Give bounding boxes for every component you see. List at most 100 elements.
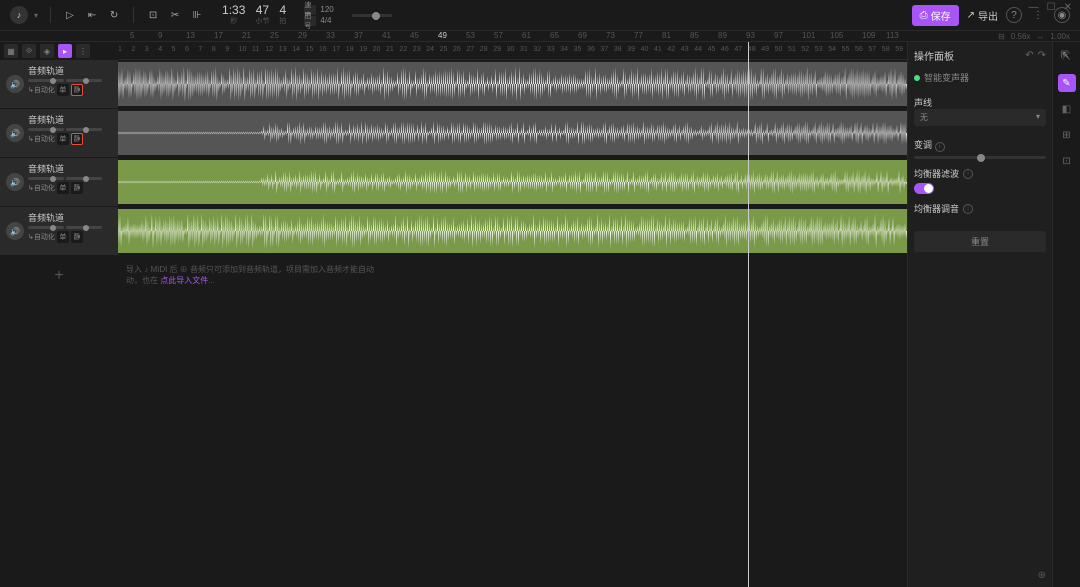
audio-clip[interactable]	[118, 160, 907, 204]
mute-button[interactable]: 静	[71, 182, 83, 194]
panel-add-icon[interactable]: ⊕	[914, 570, 1046, 581]
overview-marker[interactable]: 93	[746, 31, 755, 40]
skip-start-button[interactable]: ⇤	[85, 8, 99, 22]
tempo-value[interactable]: 120	[320, 5, 333, 14]
overview-marker[interactable]: 9	[158, 31, 162, 40]
overview-marker[interactable]: 65	[550, 31, 559, 40]
waveform-row[interactable]	[118, 158, 907, 207]
maximize-button[interactable]: ☐	[1047, 2, 1056, 13]
overview-marker[interactable]: 77	[634, 31, 643, 40]
track-volume-slider[interactable]	[28, 226, 64, 229]
reset-button[interactable]: 重置	[914, 231, 1046, 252]
play-button[interactable]: ▷	[63, 8, 77, 22]
master-volume-slider[interactable]	[352, 14, 392, 17]
overview-marker[interactable]: 17	[214, 31, 223, 40]
audio-clip[interactable]	[118, 111, 907, 155]
tool-split-button[interactable]: ⊪	[190, 8, 204, 22]
track-pan-slider[interactable]	[66, 79, 102, 82]
track-volume-slider[interactable]	[28, 177, 64, 180]
automation-label[interactable]: ↳自动化	[28, 183, 55, 193]
close-button[interactable]: ✕	[1064, 2, 1072, 13]
overview-marker[interactable]: 113	[886, 31, 899, 40]
track-volume-slider[interactable]	[28, 79, 64, 82]
info-icon[interactable]: i	[963, 169, 973, 179]
rail-tool-3[interactable]: ▸	[58, 44, 72, 58]
rail-tool-0[interactable]: ▦	[4, 44, 18, 58]
mute-button[interactable]: 静	[71, 84, 83, 96]
audio-clip[interactable]	[118, 209, 907, 253]
overview-marker[interactable]: 25	[270, 31, 279, 40]
overview-marker[interactable]: 85	[690, 31, 699, 40]
overview-marker[interactable]: 29	[298, 31, 307, 40]
overview-marker[interactable]: 49	[438, 31, 447, 40]
export-button[interactable]: ↗导出	[967, 8, 998, 23]
track-name[interactable]: 音频轨道	[28, 162, 114, 175]
overview-marker[interactable]: 109	[862, 31, 875, 40]
track-name[interactable]: 音频轨道	[28, 211, 114, 224]
track-header[interactable]: 3 🔊 音频轨道 ↳自动化 单 静	[0, 207, 118, 256]
waveform-row[interactable]	[118, 207, 907, 256]
overview-marker[interactable]: 73	[606, 31, 615, 40]
track-pan-slider[interactable]	[66, 226, 102, 229]
loop-button[interactable]: ↻	[107, 8, 121, 22]
overview-marker[interactable]: 101	[802, 31, 815, 40]
solo-button[interactable]: 单	[57, 182, 69, 194]
undo-button[interactable]: ↶	[1025, 50, 1033, 61]
overview-marker[interactable]: 105	[830, 31, 843, 40]
voice-select[interactable]: 无▾	[914, 109, 1046, 126]
overview-marker[interactable]: 89	[718, 31, 727, 40]
zoom-fit-icon[interactable]: ↔	[1036, 32, 1044, 41]
overview-marker[interactable]: 61	[522, 31, 531, 40]
track-header[interactable]: 5 🔊 音频轨道 ↳自动化 单 静	[0, 158, 118, 207]
tool-select-button[interactable]: ⊡	[146, 8, 160, 22]
timeline-ruler[interactable]: 1234567891011121314151617181920212223242…	[118, 42, 907, 60]
mute-button[interactable]: 静	[71, 133, 83, 145]
automation-label[interactable]: ↳自动化	[28, 232, 55, 242]
tool-cut-button[interactable]: ✂	[168, 8, 182, 22]
solo-button[interactable]: 单	[57, 231, 69, 243]
help-button[interactable]: ?	[1006, 7, 1022, 23]
app-logo[interactable]: ♪	[10, 6, 28, 24]
track-pan-slider[interactable]	[66, 177, 102, 180]
overview-marker[interactable]: 41	[382, 31, 391, 40]
side-tool-1[interactable]: ✎	[1058, 74, 1076, 92]
automation-label[interactable]: ↳自动化	[28, 85, 55, 95]
minimize-button[interactable]: —	[1029, 2, 1039, 13]
side-tool-3[interactable]: ⊞	[1058, 126, 1076, 144]
playhead[interactable]	[748, 42, 749, 587]
overview-marker[interactable]: 57	[494, 31, 503, 40]
rail-tool-2[interactable]: ◈	[40, 44, 54, 58]
track-header[interactable]: 2 🔊 音频轨道 ↳自动化 单 静	[0, 60, 118, 109]
mute-button[interactable]: 静	[71, 231, 83, 243]
import-file-link[interactable]: 点此导入文件	[160, 276, 208, 285]
pitch-slider[interactable]	[914, 156, 1046, 159]
app-menu-arrow[interactable]: ▾	[34, 11, 38, 20]
side-tool-2[interactable]: ◧	[1058, 100, 1076, 118]
audio-clip[interactable]	[118, 62, 907, 106]
side-tool-4[interactable]: ⊡	[1058, 152, 1076, 170]
overview-marker[interactable]: 33	[326, 31, 335, 40]
overview-marker[interactable]: 21	[242, 31, 251, 40]
track-header[interactable]: 4 🔊 音频轨道 ↳自动化 单 静	[0, 109, 118, 158]
track-pan-slider[interactable]	[66, 128, 102, 131]
overview-marker[interactable]: 53	[466, 31, 475, 40]
info-icon[interactable]: i	[963, 204, 973, 214]
overview-marker[interactable]: 45	[410, 31, 419, 40]
waveform-row[interactable]	[118, 109, 907, 158]
timeline-area[interactable]: 1234567891011121314151617181920212223242…	[118, 42, 907, 587]
eq-filter-toggle[interactable]	[914, 183, 934, 194]
solo-button[interactable]: 单	[57, 133, 69, 145]
overview-marker[interactable]: 81	[662, 31, 671, 40]
info-icon[interactable]: i	[935, 142, 945, 152]
redo-button[interactable]: ↷	[1038, 50, 1046, 61]
automation-label[interactable]: ↳自动化	[28, 134, 55, 144]
rail-tool-4[interactable]: ⋮	[76, 44, 90, 58]
add-track-button[interactable]: +	[0, 256, 118, 296]
save-button[interactable]: ⎙保存	[912, 5, 959, 26]
time-signature[interactable]: 4/4	[320, 16, 331, 25]
overview-marker[interactable]: 69	[578, 31, 587, 40]
overview-marker[interactable]: 97	[774, 31, 783, 40]
waveform-row[interactable]	[118, 60, 907, 109]
solo-button[interactable]: 单	[57, 84, 69, 96]
track-name[interactable]: 音频轨道	[28, 113, 114, 126]
